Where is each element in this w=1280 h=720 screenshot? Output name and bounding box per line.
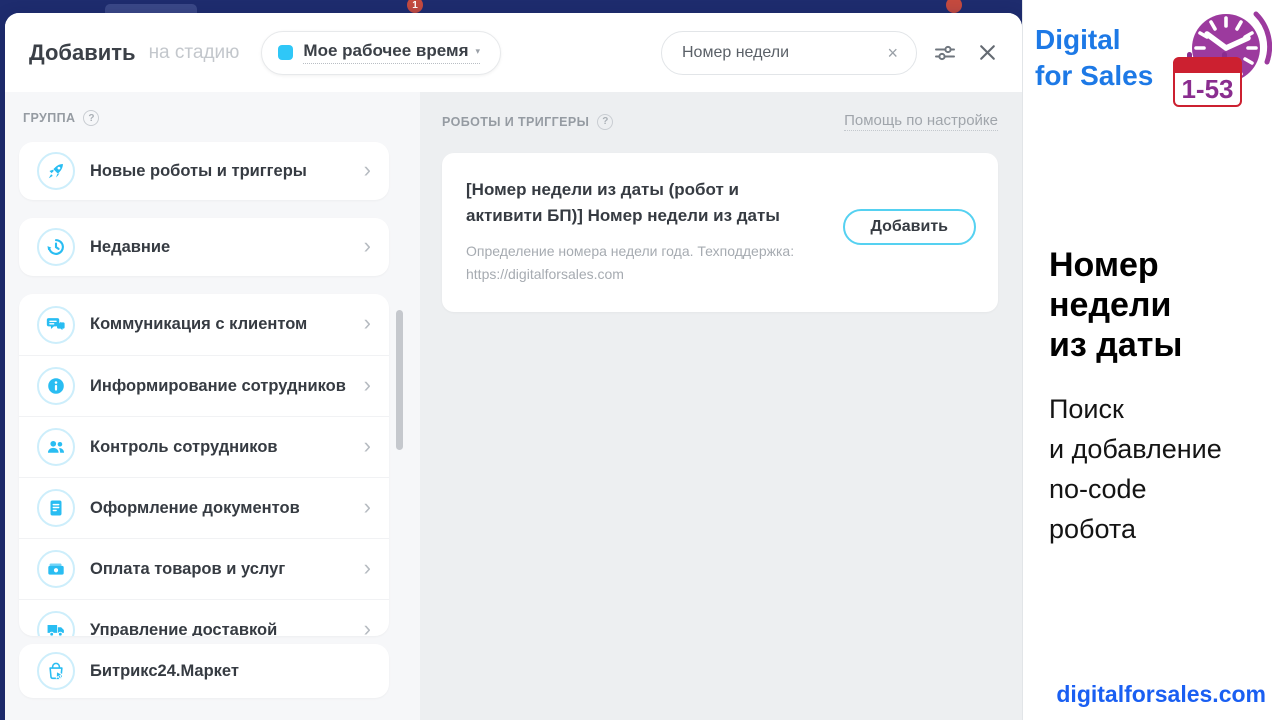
chevron-right-icon: › <box>363 493 371 519</box>
chevron-down-icon: ▾ <box>475 45 481 56</box>
week-clock-icon: 1-53 <box>1168 4 1272 112</box>
scrollbar-thumb[interactable] <box>396 310 403 450</box>
robot-title: [Номер недели из даты (робот и активити … <box>466 180 780 226</box>
sidebar-item-label: Коммуникация с клиентом <box>90 315 308 333</box>
chevron-right-icon: › <box>363 554 371 580</box>
promo-subtitle: Поиск и добавление no-code робота <box>1049 394 1222 544</box>
rocket-icon <box>37 152 75 190</box>
stage-selector-label: Мое рабочее время <box>303 41 469 60</box>
info-icon <box>37 367 75 405</box>
sidebar-item-payments[interactable]: Оплата товаров и услуг › <box>19 538 389 599</box>
chevron-right-icon: › <box>363 615 371 636</box>
sidebar-item-label: Недавние <box>90 237 171 256</box>
screen: 1 Добавить на стадию Мое рабочее время ▾… <box>0 0 1280 720</box>
chat-icon <box>37 305 75 344</box>
chevron-right-icon: › <box>363 432 371 458</box>
sidebar-item-label: Новые роботы и триггеры <box>90 161 307 180</box>
chevron-right-icon: › <box>363 371 371 397</box>
stage-color-swatch <box>278 45 294 60</box>
sidebar-item-communication[interactable]: Коммуникация с клиентом › <box>19 294 389 355</box>
svg-text:1-53: 1-53 <box>1181 74 1233 104</box>
brand-website: digitalforsales.com <box>1056 681 1266 707</box>
brand-logo-text: Digital for Sales <box>1035 24 1154 91</box>
chevron-right-icon: › <box>363 232 371 258</box>
chevron-right-icon: › <box>363 156 371 182</box>
history-icon <box>37 228 75 266</box>
sidebar-item-documents[interactable]: Оформление документов › <box>19 477 389 538</box>
notification-badge-2 <box>946 0 962 13</box>
promo-heading: Номер недели из даты <box>1049 246 1183 364</box>
robot-search: × <box>661 30 917 75</box>
sidebar-item-control[interactable]: Контроль сотрудников › <box>19 416 389 477</box>
payment-icon <box>37 550 75 588</box>
robots-panel: РОБОТЫ И ТРИГГЕРЫ ? Помощь по настройке … <box>420 92 1022 720</box>
filter-icon[interactable] <box>933 41 957 65</box>
sidebar-item-label: Управление доставкой <box>90 620 278 637</box>
sidebar-item-recent[interactable]: Недавние › <box>19 218 389 276</box>
group-panel: ГРУППА ? Новые роботы и триггеры › Недав… <box>5 92 420 720</box>
notification-badge: 1 <box>407 0 423 13</box>
sidebar-item-label: Битрикс24.Маркет <box>90 661 239 680</box>
robot-description: Определение номера недели года. Техподде… <box>466 242 795 282</box>
robots-section-label: РОБОТЫ И ТРИГГЕРЫ <box>442 114 590 129</box>
market-icon <box>37 652 75 690</box>
search-input[interactable] <box>682 43 884 62</box>
robot-card: [Номер недели из даты (робот и активити … <box>442 153 998 312</box>
setup-help-link[interactable]: Помощь по настройке <box>844 112 998 131</box>
delivery-icon <box>37 611 75 636</box>
category-list: Коммуникация с клиентом › Информирование… <box>19 294 389 636</box>
sidebar-item-label: Оплата товаров и услуг <box>90 559 286 578</box>
add-robot-button[interactable]: Добавить <box>842 209 976 245</box>
clear-search-icon[interactable]: × <box>883 42 902 64</box>
dialog-subtitle: на стадию <box>148 41 240 63</box>
users-icon <box>37 428 75 466</box>
close-icon[interactable] <box>977 42 998 63</box>
sidebar-item-label: Информирование сотрудников <box>90 376 346 395</box>
sidebar-item-label: Контроль сотрудников <box>90 437 278 456</box>
stage-selector[interactable]: Мое рабочее время ▾ <box>261 30 502 75</box>
group-section-label: ГРУППА <box>23 111 76 125</box>
top-menu-highlight <box>105 4 197 13</box>
sidebar-item-delivery[interactable]: Управление доставкой › <box>19 599 389 636</box>
document-icon <box>37 489 75 527</box>
add-robot-dialog: Добавить на стадию Мое рабочее время ▾ × <box>5 13 1022 720</box>
help-icon[interactable]: ? <box>83 110 100 126</box>
dialog-header: Добавить на стадию Мое рабочее время ▾ × <box>5 13 1022 92</box>
promo-sidebar: Digital for Sales 1-53 Номер недели из д… <box>1022 0 1280 720</box>
sidebar-item-market[interactable]: Битрикс24.Маркет <box>19 644 389 698</box>
dialog-title: Добавить <box>29 39 136 65</box>
sidebar-item-informing[interactable]: Информирование сотрудников › <box>19 355 389 416</box>
chevron-right-icon: › <box>363 310 371 335</box>
sidebar-item-label: Оформление документов <box>90 498 300 517</box>
help-icon[interactable]: ? <box>597 113 614 130</box>
sidebar-item-new-robots[interactable]: Новые роботы и триггеры › <box>19 142 389 200</box>
